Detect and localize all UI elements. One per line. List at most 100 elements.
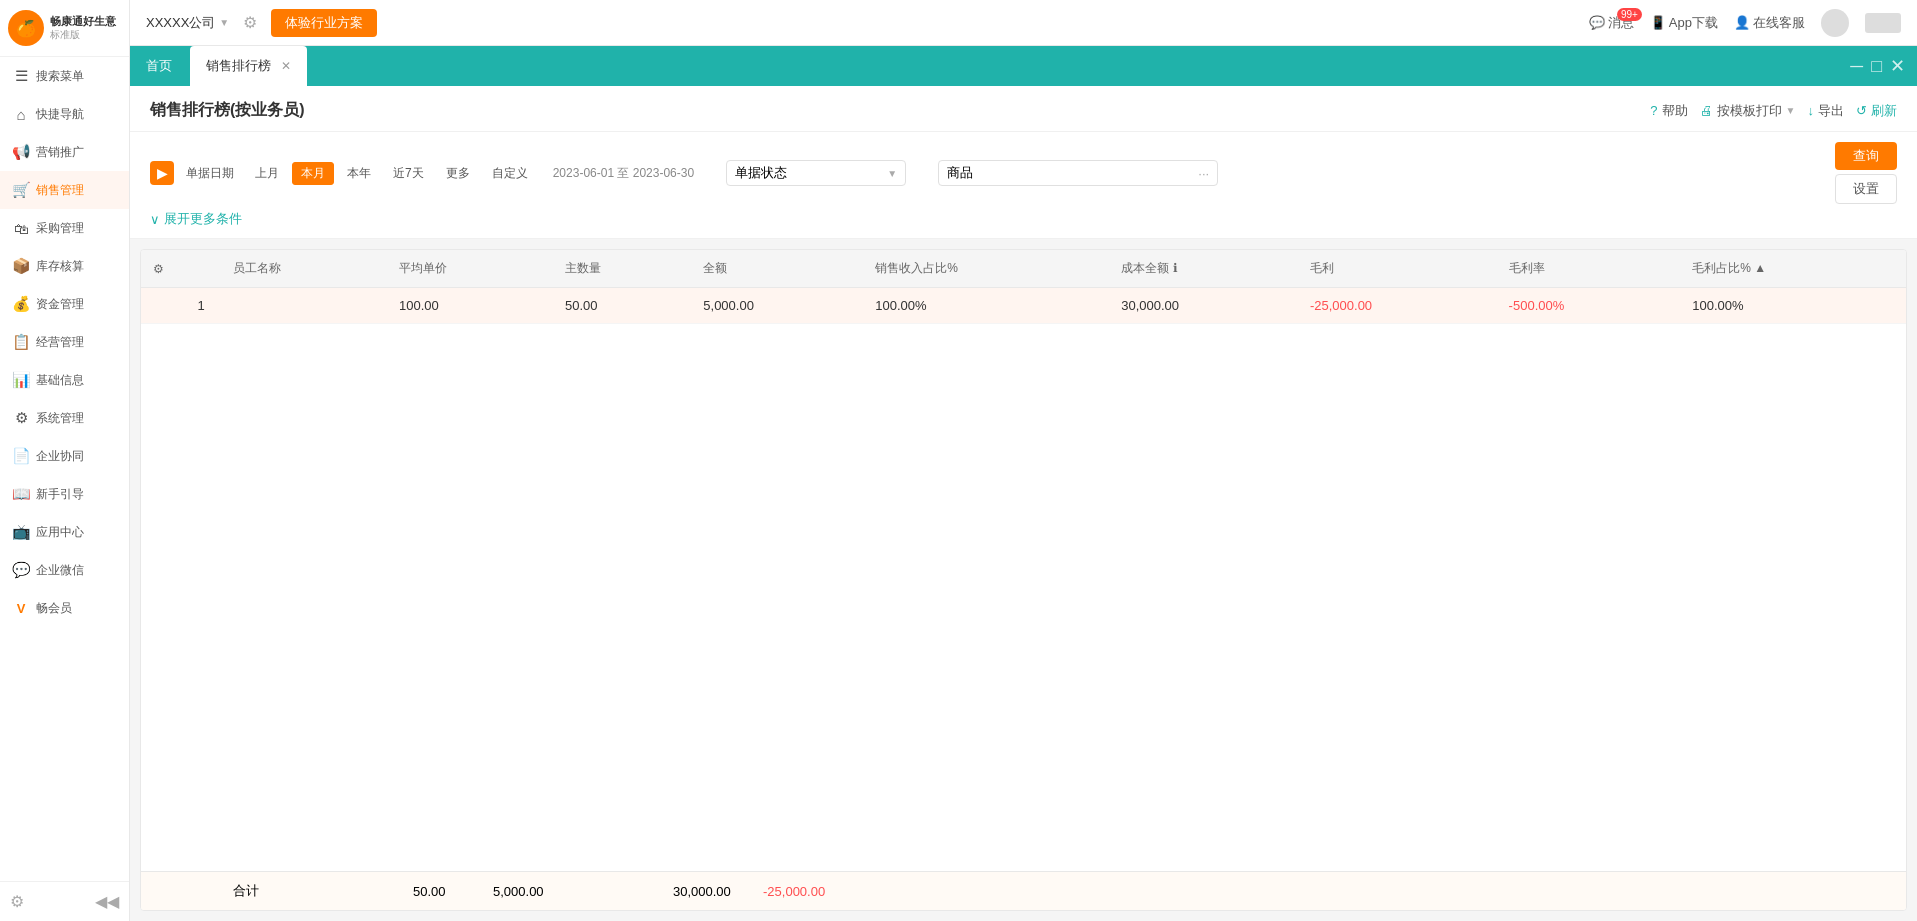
online-service-button[interactable]: 👤 在线客服 bbox=[1734, 14, 1805, 32]
basic-info-icon: 📊 bbox=[12, 371, 30, 389]
sidebar-item-enterprise[interactable]: 📄 企业协同 bbox=[0, 437, 129, 475]
operations-icon: 📋 bbox=[12, 333, 30, 351]
date-btn-prev-month[interactable]: 上月 bbox=[246, 162, 288, 185]
sidebar-item-app-center[interactable]: 📺 应用中心 bbox=[0, 513, 129, 551]
date-filter-label: 单据日期 bbox=[186, 165, 234, 182]
logo-text-area: 畅康通好生意 标准版 bbox=[50, 14, 116, 42]
col-employee-name: 员工名称 bbox=[221, 250, 387, 288]
sidebar-item-newbie[interactable]: 📖 新手引导 bbox=[0, 475, 129, 513]
filter-toggle-btn[interactable]: ▶ bbox=[150, 161, 174, 185]
page-actions: ? 帮助 🖨 按模板打印 ▼ ↓ 导出 ↺ 刷新 bbox=[1650, 102, 1897, 120]
sidebar-item-label: 系统管理 bbox=[36, 410, 84, 427]
sidebar-item-marketing[interactable]: 📢 营销推广 bbox=[0, 133, 129, 171]
export-button[interactable]: ↓ 导出 bbox=[1808, 102, 1845, 120]
trial-button[interactable]: 体验行业方案 bbox=[271, 9, 377, 37]
refresh-button[interactable]: ↺ 刷新 bbox=[1856, 102, 1897, 120]
sidebar-item-label: 企业微信 bbox=[36, 562, 84, 579]
sidebar-item-operations[interactable]: 📋 经营管理 bbox=[0, 323, 129, 361]
sidebar-item-quick-nav[interactable]: ⌂ 快捷导航 bbox=[0, 95, 129, 133]
message-badge: 99+ bbox=[1617, 8, 1642, 21]
col-cost: 成本全额 ℹ bbox=[1109, 250, 1298, 288]
status-label: 单据状态 bbox=[735, 164, 787, 182]
topbar-right: 💬 消息 99+ 📱 App下载 👤 在线客服 bbox=[1589, 9, 1901, 37]
date-btn-more[interactable]: 更多 bbox=[437, 162, 479, 185]
message-icon: 💬 bbox=[1589, 15, 1605, 30]
sidebar-item-label: 营销推广 bbox=[36, 144, 84, 161]
download-label: App下载 bbox=[1669, 14, 1718, 32]
sidebar-item-sales[interactable]: 🛒 销售管理 bbox=[0, 171, 129, 209]
col-settings[interactable]: ⚙ bbox=[141, 250, 181, 288]
date-btn-7days[interactable]: 近7天 bbox=[384, 162, 433, 185]
status-filter[interactable]: 单据状态 ▼ bbox=[726, 160, 906, 186]
sidebar-item-label: 搜索菜单 bbox=[36, 68, 84, 85]
filter-row-1: ▶ 单据日期 上月 本月 本年 近7天 更多 自定义 2023-06-01 至 … bbox=[150, 142, 1897, 204]
sidebar-bottom: ⚙ ◀◀ bbox=[0, 881, 129, 921]
goods-more-icon[interactable]: ··· bbox=[1198, 166, 1209, 181]
date-btn-custom[interactable]: 自定义 bbox=[483, 162, 537, 185]
date-btn-year[interactable]: 本年 bbox=[338, 162, 380, 185]
export-icon: ↓ bbox=[1808, 103, 1815, 118]
topbar-settings-icon[interactable]: ⚙ bbox=[243, 13, 257, 32]
col-rank bbox=[181, 250, 221, 288]
cell-avg-price: 100.00 bbox=[387, 288, 553, 324]
sidebar-item-inventory[interactable]: 📦 库存核算 bbox=[0, 247, 129, 285]
filter-action-btns: 查询 设置 bbox=[1835, 142, 1897, 204]
topbar: XXXXX公司 ▼ ⚙ 体验行业方案 💬 消息 99+ 📱 App下载 👤 在线… bbox=[130, 0, 1917, 46]
sidebar-item-basic-info[interactable]: 📊 基础信息 bbox=[0, 361, 129, 399]
query-button[interactable]: 查询 bbox=[1835, 142, 1897, 170]
goods-filter[interactable]: 商品 ··· bbox=[938, 160, 1218, 186]
maximize-icon[interactable]: □ bbox=[1871, 56, 1882, 77]
table-footer: 合计 50.00 5,000.00 30,000.00 -25,000.00 bbox=[141, 871, 1906, 910]
company-dropdown-icon: ▼ bbox=[219, 17, 229, 28]
app-download-button[interactable]: 📱 App下载 bbox=[1650, 14, 1718, 32]
print-button[interactable]: 🖨 按模板打印 ▼ bbox=[1700, 102, 1796, 120]
sidebar-collapse-btn[interactable]: ◀◀ bbox=[95, 892, 119, 911]
cell-rank: 1 bbox=[181, 288, 221, 324]
tab-sales-ranking[interactable]: 销售排行榜 ✕ bbox=[190, 46, 307, 86]
sidebar-item-finance[interactable]: 💰 资金管理 bbox=[0, 285, 129, 323]
tab-home[interactable]: 首页 bbox=[130, 46, 188, 86]
cell-sales-pct: 100.00% bbox=[863, 288, 1109, 324]
home-icon: ⌂ bbox=[12, 105, 30, 123]
newbie-icon: 📖 bbox=[12, 485, 30, 503]
table-row[interactable]: 1 100.00 50.00 5,000.00 100.00% 30,000.0… bbox=[141, 288, 1906, 324]
date-btn-current-month[interactable]: 本月 bbox=[292, 162, 334, 185]
sidebar-item-wechat[interactable]: 💬 企业微信 bbox=[0, 551, 129, 589]
tab-close-icon[interactable]: ✕ bbox=[281, 59, 291, 73]
sidebar-item-label: 应用中心 bbox=[36, 524, 84, 541]
cell-row-settings bbox=[141, 288, 181, 324]
sidebar-item-system[interactable]: ⚙ 系统管理 bbox=[0, 399, 129, 437]
logo-area: 🍊 畅康通好生意 标准版 bbox=[0, 0, 129, 57]
sidebar-item-label: 新手引导 bbox=[36, 486, 84, 503]
cell-amount: 5,000.00 bbox=[691, 288, 863, 324]
filter-area: ▶ 单据日期 上月 本月 本年 近7天 更多 自定义 2023-06-01 至 … bbox=[130, 132, 1917, 239]
sidebar-item-label: 销售管理 bbox=[36, 182, 84, 199]
date-buttons: 上月 本月 本年 近7天 更多 自定义 bbox=[246, 162, 537, 185]
search-menu-icon: ☰ bbox=[12, 67, 30, 85]
message-button[interactable]: 💬 消息 99+ bbox=[1589, 14, 1634, 32]
sidebar-item-label: 畅会员 bbox=[36, 600, 72, 617]
filter-settings-button[interactable]: 设置 bbox=[1835, 174, 1897, 204]
company-selector[interactable]: XXXXX公司 ▼ bbox=[146, 14, 229, 32]
sidebar-item-membership[interactable]: V 畅会员 bbox=[0, 589, 129, 627]
wechat-icon: 💬 bbox=[12, 561, 30, 579]
user-name-placeholder bbox=[1865, 13, 1901, 33]
expand-more-btn[interactable]: ∨ 展开更多条件 bbox=[150, 210, 1897, 228]
sidebar-item-purchase[interactable]: 🛍 采购管理 bbox=[0, 209, 129, 247]
data-table-container: ⚙ 员工名称 平均单价 主数量 全额 销售收入占比% 成本全额 ℹ 毛利 毛利率… bbox=[140, 249, 1907, 911]
sidebar-nav: ☰ 搜索菜单 ⌂ 快捷导航 📢 营销推广 🛒 销售管理 🛍 采购管理 📦 库存核… bbox=[0, 57, 129, 881]
logo-title: 畅康通好生意 bbox=[50, 14, 116, 28]
status-arrow-icon: ▼ bbox=[887, 168, 897, 179]
help-button[interactable]: ? 帮助 bbox=[1650, 102, 1687, 120]
app-center-icon: 📺 bbox=[12, 523, 30, 541]
close-window-icon[interactable]: ✕ bbox=[1890, 55, 1905, 77]
sidebar-item-label: 资金管理 bbox=[36, 296, 84, 313]
cell-gross-rate: -500.00% bbox=[1497, 288, 1681, 324]
home-tab-label: 首页 bbox=[146, 57, 172, 75]
company-name: XXXXX公司 bbox=[146, 14, 215, 32]
sidebar-settings-btn[interactable]: ⚙ bbox=[10, 892, 24, 911]
sidebar-item-search-menu[interactable]: ☰ 搜索菜单 bbox=[0, 57, 129, 95]
minimize-icon[interactable]: ─ bbox=[1850, 56, 1863, 77]
user-avatar[interactable] bbox=[1821, 9, 1849, 37]
footer-cost: 30,000.00 bbox=[673, 884, 763, 899]
